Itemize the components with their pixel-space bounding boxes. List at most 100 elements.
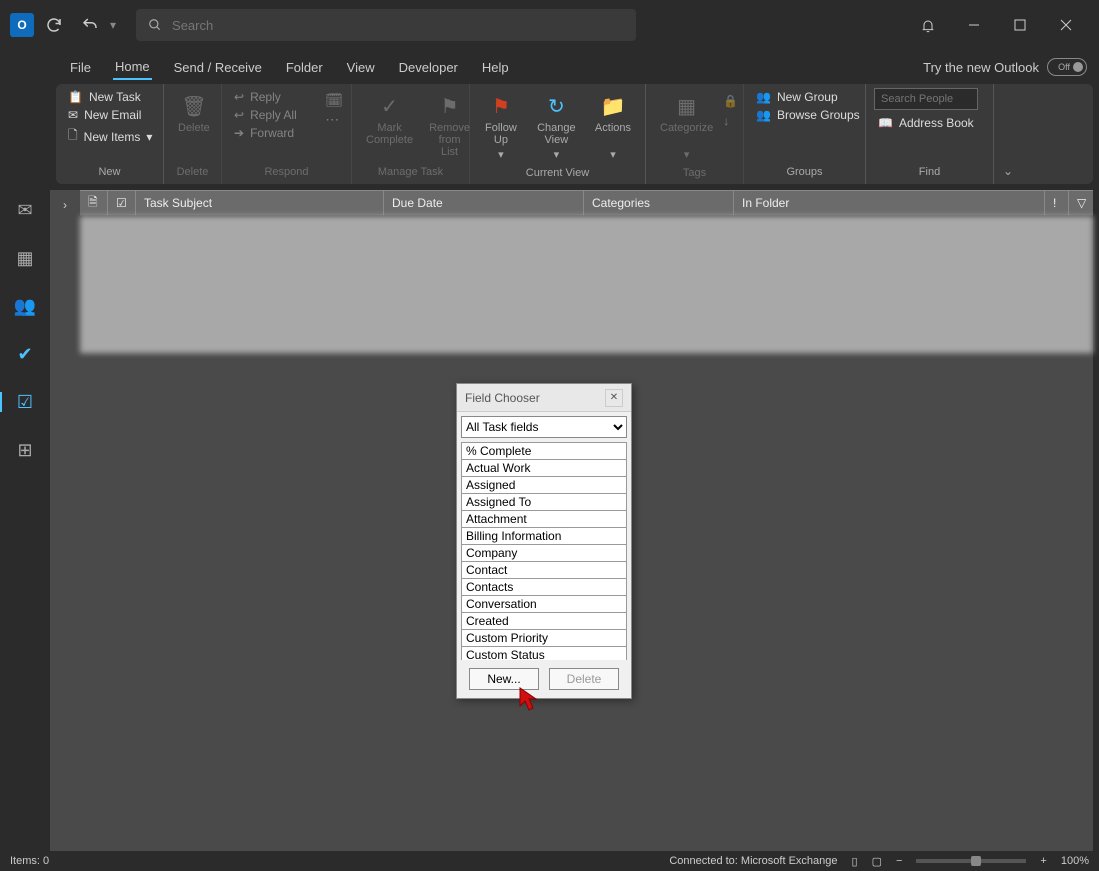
col-due-date[interactable]: Due Date	[384, 191, 584, 215]
group-manage-label: Manage Task	[360, 164, 461, 180]
field-item[interactable]: % Complete	[461, 442, 627, 460]
notifications-icon[interactable]	[905, 5, 951, 45]
rail-mail[interactable]: ✉	[5, 190, 45, 230]
zoom-in-button[interactable]: +	[1040, 855, 1046, 867]
minimize-button[interactable]	[951, 5, 997, 45]
menu-file[interactable]: File	[68, 56, 93, 79]
delete-button[interactable]: 🗑 Delete	[172, 88, 216, 138]
actions-icon: 📁	[599, 92, 627, 120]
status-view-normal-icon[interactable]: ▯	[852, 855, 858, 868]
undo-icon[interactable]	[74, 9, 106, 41]
field-item[interactable]: Actual Work	[461, 459, 627, 477]
col-task-subject[interactable]: Task Subject	[136, 191, 384, 215]
more-icon[interactable]: ⋯	[325, 111, 343, 128]
field-item[interactable]: Created	[461, 612, 627, 630]
field-chooser-close-button[interactable]: ✕	[605, 389, 623, 407]
rail-people[interactable]: 👥	[5, 286, 45, 326]
field-chooser-new-button[interactable]: New...	[469, 668, 539, 690]
rail-calendar[interactable]: ▦	[5, 238, 45, 278]
menu-send-receive[interactable]: Send / Receive	[172, 56, 264, 79]
field-item[interactable]: Assigned	[461, 476, 627, 494]
zoom-slider[interactable]	[916, 859, 1026, 863]
search-people-input[interactable]	[874, 88, 978, 110]
categorize-button[interactable]: ▦ Categorize▾	[654, 88, 719, 165]
field-item[interactable]: Conversation	[461, 595, 627, 613]
menubar: File Home Send / Receive Folder View Dev…	[0, 50, 1099, 84]
titlebar: O ▾	[0, 0, 1099, 50]
status-connection: Connected to: Microsoft Exchange	[669, 855, 837, 867]
address-book-button[interactable]: 📖Address Book	[874, 114, 985, 132]
statusbar: Items: 0 Connected to: Microsoft Exchang…	[0, 851, 1099, 871]
items-icon: 🗋	[68, 126, 78, 147]
dropdown-arrow-icon[interactable]: ▾	[110, 18, 116, 32]
col-categories[interactable]: Categories	[584, 191, 734, 215]
new-items-button[interactable]: 🗋New Items ▾	[64, 124, 155, 149]
zoom-out-button[interactable]: −	[896, 855, 902, 867]
reply-all-button[interactable]: ↩ Reply All	[230, 106, 321, 124]
field-item[interactable]: Assigned To	[461, 493, 627, 511]
field-chooser-category-select[interactable]: All Task fields	[461, 416, 627, 438]
actions-button[interactable]: 📁 Actions▾	[589, 88, 637, 165]
try-new-outlook[interactable]: Try the new Outlook Off	[923, 58, 1099, 76]
status-items: Items: 0	[10, 855, 49, 867]
reply-button[interactable]: ↩ Reply	[230, 88, 321, 106]
nav-expand-button[interactable]: ›	[50, 190, 80, 851]
field-item[interactable]: Company	[461, 544, 627, 562]
zoom-label: 100%	[1061, 855, 1089, 867]
group-tags-label: Tags	[654, 165, 735, 181]
rail-apps[interactable]: ⊞	[5, 430, 45, 470]
private-icon[interactable]: 🔒	[723, 94, 738, 108]
menu-help[interactable]: Help	[480, 56, 511, 79]
group-current-view-label: Current View	[478, 165, 637, 181]
new-email-button[interactable]: ✉New Email	[64, 106, 155, 124]
change-view-button[interactable]: ↻ Change View ▾	[528, 88, 585, 165]
field-item[interactable]: Custom Status	[461, 646, 627, 660]
status-view-reading-icon[interactable]: ▢	[872, 855, 882, 868]
menu-folder[interactable]: Folder	[284, 56, 325, 79]
field-chooser-delete-button[interactable]: Delete	[549, 668, 619, 690]
close-button[interactable]	[1043, 5, 1089, 45]
browse-groups-button[interactable]: 👥Browse Groups	[752, 106, 857, 124]
flag-icon: ⚑	[487, 92, 515, 120]
try-new-outlook-toggle[interactable]: Off	[1047, 58, 1087, 76]
new-task-button[interactable]: 📋New Task	[64, 88, 155, 106]
follow-up-button[interactable]: ⚑ Follow Up ▾	[478, 88, 524, 165]
field-item[interactable]: Billing Information	[461, 527, 627, 545]
rail-todo[interactable]: ✔	[5, 334, 45, 374]
field-item[interactable]: Contact	[461, 561, 627, 579]
field-item[interactable]: Contacts	[461, 578, 627, 596]
left-rail: ✉ ▦ 👥 ✔ ☑ ⊞	[0, 184, 50, 851]
col-complete[interactable]: ☑	[108, 191, 136, 215]
rail-tasks[interactable]: ☑	[5, 382, 45, 422]
col-flag-icon[interactable]: !	[1045, 191, 1069, 215]
col-filter-icon[interactable]: ▽	[1069, 191, 1093, 215]
remove-icon: ⚑	[436, 92, 464, 120]
col-in-folder[interactable]: In Folder	[734, 191, 1045, 215]
menu-view[interactable]: View	[345, 56, 377, 79]
sync-icon[interactable]	[38, 9, 70, 41]
field-chooser-list[interactable]: % Complete Actual Work Assigned Assigned…	[461, 442, 627, 660]
group-new-label: New	[64, 164, 155, 180]
low-importance-icon[interactable]: ↓	[723, 114, 738, 128]
new-group-button[interactable]: 👥New Group	[752, 88, 857, 106]
outlook-app-icon: O	[10, 13, 34, 37]
field-item[interactable]: Attachment	[461, 510, 627, 528]
menu-home[interactable]: Home	[113, 55, 152, 80]
maximize-button[interactable]	[997, 5, 1043, 45]
field-chooser-titlebar[interactable]: Field Chooser ✕	[457, 384, 631, 412]
field-chooser-dialog: Field Chooser ✕ All Task fields % Comple…	[456, 383, 632, 699]
meeting-icon[interactable]: 🗓	[325, 92, 343, 109]
field-item[interactable]: Custom Priority	[461, 629, 627, 647]
col-icon[interactable]: 🗎	[80, 191, 108, 215]
search-input[interactable]	[172, 18, 624, 33]
search-box[interactable]	[136, 9, 636, 41]
forward-button[interactable]: ➔ Forward	[230, 124, 321, 142]
try-new-outlook-label: Try the new Outlook	[923, 60, 1039, 75]
group-find-label: Find	[874, 164, 985, 180]
ribbon-collapse-button[interactable]: ⌄	[994, 84, 1022, 184]
group-delete-label: Delete	[172, 164, 213, 180]
mark-complete-button[interactable]: ✓ Mark Complete	[360, 88, 419, 150]
menu-developer[interactable]: Developer	[397, 56, 460, 79]
remove-from-list-button[interactable]: ⚑ Remove from List	[423, 88, 476, 162]
ribbon: 📋New Task ✉New Email 🗋New Items ▾ New 🗑 …	[56, 84, 1093, 184]
